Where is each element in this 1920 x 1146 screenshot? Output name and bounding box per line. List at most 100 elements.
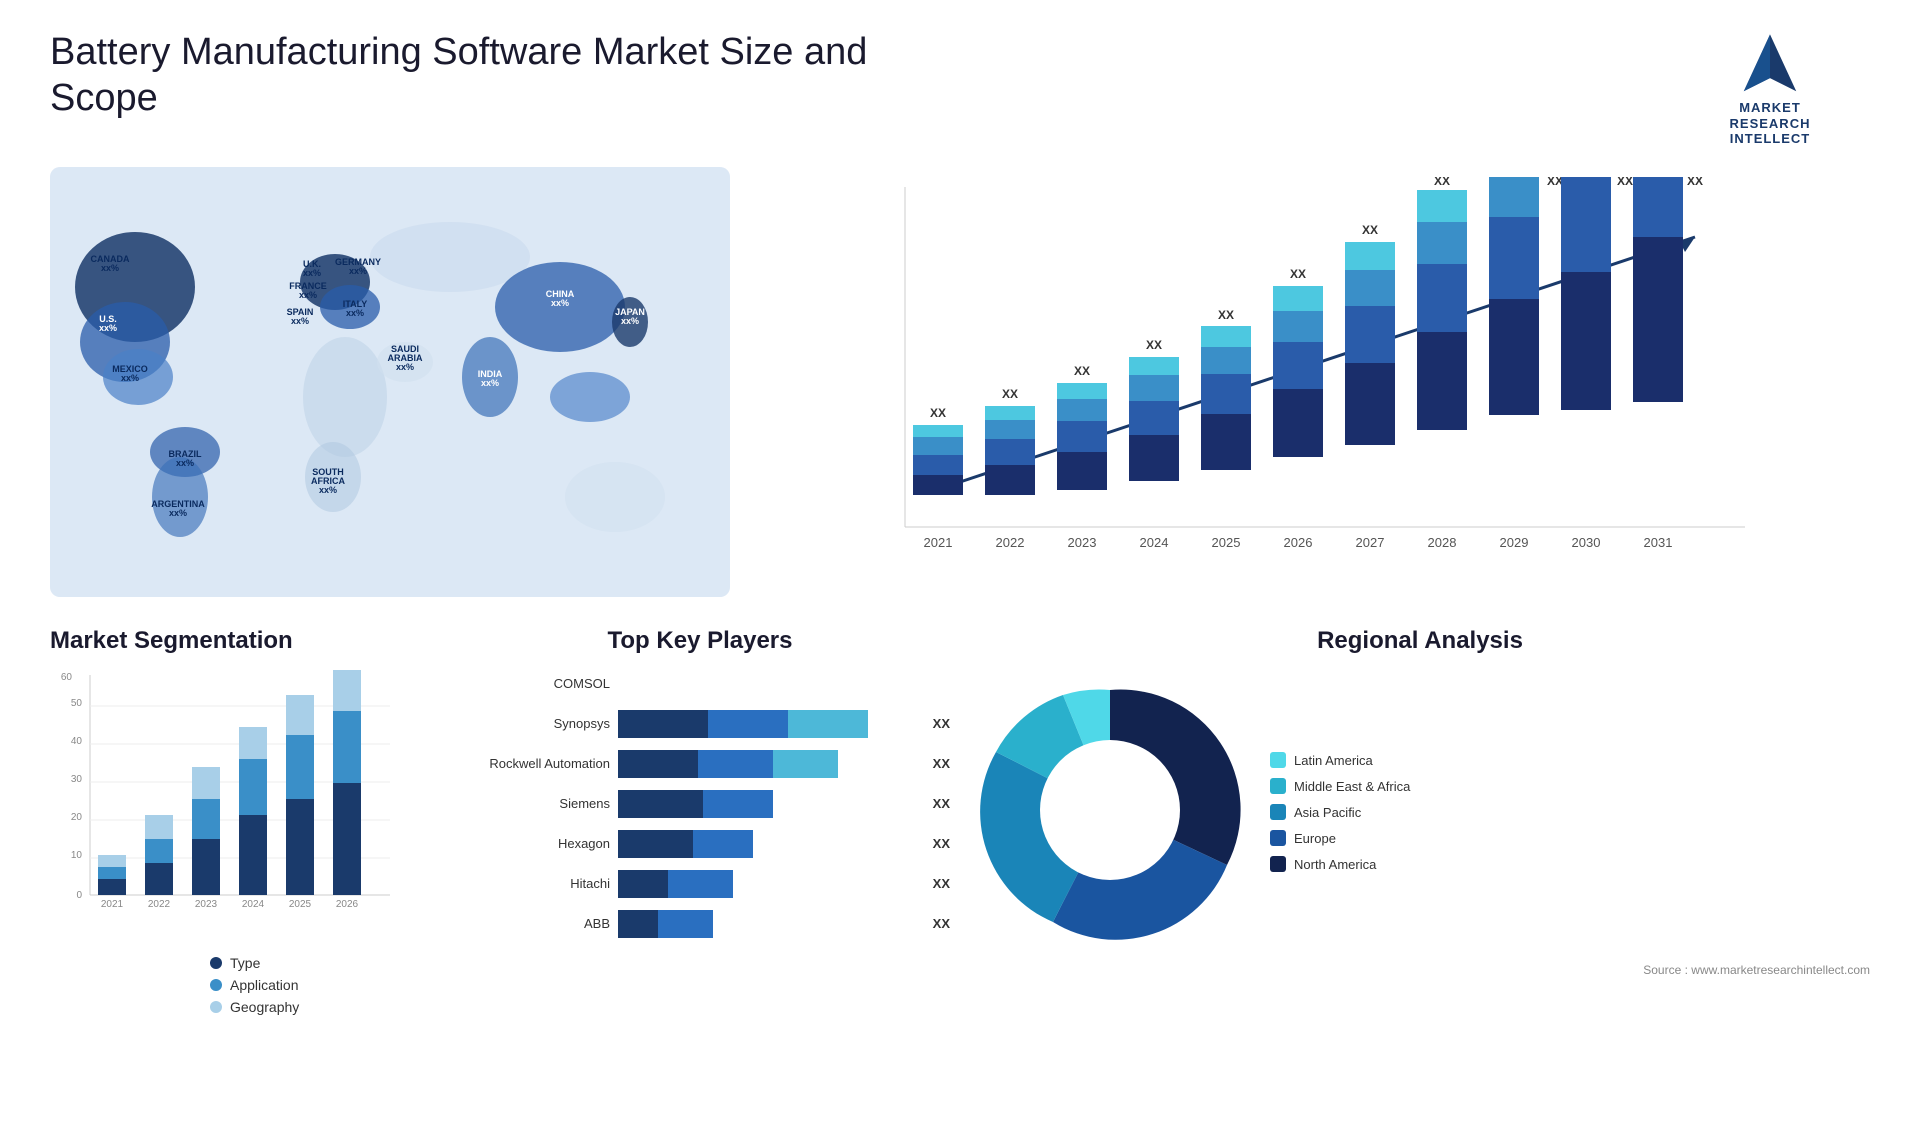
legend-middle-east-africa: Middle East & Africa: [1270, 778, 1410, 794]
bar-seg1: [618, 910, 658, 938]
svg-text:XX: XX: [1146, 338, 1162, 352]
player-bar-comsol: [618, 670, 950, 698]
bar-seg1: [618, 830, 693, 858]
legend-europe: Europe: [1270, 830, 1410, 846]
svg-text:xx%: xx%: [121, 373, 139, 383]
svg-text:2023: 2023: [1068, 535, 1097, 550]
bar-seg3: [788, 710, 868, 738]
donut-chart-svg: [970, 670, 1250, 950]
svg-text:2022: 2022: [148, 899, 171, 910]
svg-text:XX: XX: [1002, 387, 1018, 401]
page-title: Battery Manufacturing Software Market Si…: [50, 30, 950, 121]
svg-text:2021: 2021: [924, 535, 953, 550]
player-bar-synopsys: [618, 710, 919, 738]
svg-text:XX: XX: [1687, 177, 1703, 188]
legend-geography-dot: [210, 1001, 222, 1013]
bottom-row: Market Segmentation 0 10 20 30 40 50 60: [50, 627, 1870, 1057]
world-map-section: CANADA xx% U.S. xx% MEXICO xx% BRAZIL xx…: [50, 167, 730, 597]
svg-text:XX: XX: [1547, 177, 1563, 188]
legend-latin-america: Latin America: [1270, 752, 1410, 768]
player-xx-siemens: XX: [933, 796, 950, 811]
player-name-hexagon: Hexagon: [450, 836, 610, 851]
svg-text:2025: 2025: [1212, 535, 1241, 550]
segmentation-chart-svg: 0 10 20 30 40 50 60 2021: [50, 670, 400, 940]
legend-application: Application: [210, 977, 430, 993]
svg-text:xx%: xx%: [303, 268, 321, 278]
svg-text:XX: XX: [1434, 177, 1450, 188]
svg-text:XX: XX: [1617, 177, 1633, 188]
svg-text:30: 30: [71, 774, 83, 785]
donut-svg-wrap: [970, 670, 1250, 955]
color-europe: [1270, 830, 1286, 846]
svg-text:2031: 2031: [1644, 535, 1673, 550]
player-row-siemens: Siemens XX: [450, 790, 950, 818]
svg-text:2025: 2025: [289, 899, 312, 910]
legend-application-dot: [210, 979, 222, 991]
page-wrapper: Battery Manufacturing Software Market Si…: [0, 0, 1920, 1146]
player-bar-rockwell: [618, 750, 919, 778]
player-row-synopsys: Synopsys XX: [450, 710, 950, 738]
svg-text:20: 20: [71, 812, 83, 823]
color-latin-america: [1270, 752, 1286, 768]
legend-type-dot: [210, 957, 222, 969]
regional-title: Regional Analysis: [970, 627, 1870, 655]
donut-container: Latin America Middle East & Africa Asia …: [970, 670, 1870, 955]
donut-legend: Latin America Middle East & Africa Asia …: [1270, 752, 1410, 872]
svg-text:XX: XX: [930, 406, 946, 420]
svg-text:2024: 2024: [1140, 535, 1169, 550]
bar-seg2: [703, 790, 773, 818]
bar-seg3: [773, 750, 838, 778]
svg-text:xx%: xx%: [99, 323, 117, 333]
svg-text:xx%: xx%: [299, 290, 317, 300]
svg-text:2027: 2027: [1356, 535, 1385, 550]
player-row-abb: ABB XX: [450, 910, 950, 938]
segmentation-legend: Type Application Geography: [210, 955, 430, 1015]
bar-chart-section: XX 2021 XX 2022 XX 2023: [750, 167, 1870, 597]
svg-text:2029: 2029: [1500, 535, 1529, 550]
player-name-rockwell: Rockwell Automation: [450, 756, 610, 771]
player-xx-hitachi: XX: [933, 876, 950, 891]
svg-text:xx%: xx%: [396, 362, 414, 372]
player-name-hitachi: Hitachi: [450, 876, 610, 891]
svg-text:2028: 2028: [1428, 535, 1457, 550]
svg-text:60: 60: [61, 672, 73, 683]
svg-text:2026: 2026: [1284, 535, 1313, 550]
player-name-comsol: COMSOL: [450, 676, 610, 691]
world-map-svg: CANADA xx% U.S. xx% MEXICO xx% BRAZIL xx…: [50, 167, 730, 597]
player-row-rockwell: Rockwell Automation XX: [450, 750, 950, 778]
svg-text:xx%: xx%: [621, 316, 639, 326]
player-bar-hexagon: [618, 830, 919, 858]
svg-text:xx%: xx%: [169, 508, 187, 518]
player-row-hexagon: Hexagon XX: [450, 830, 950, 858]
legend-north-america: North America: [1270, 856, 1410, 872]
svg-text:50: 50: [71, 698, 83, 709]
bar-seg2: [708, 710, 788, 738]
svg-text:xx%: xx%: [101, 263, 119, 273]
svg-text:xx%: xx%: [319, 485, 337, 495]
player-xx-synopsys: XX: [933, 716, 950, 731]
regional-section: Regional Analysis: [970, 627, 1870, 1057]
legend-geography: Geography: [210, 999, 430, 1015]
svg-text:XX: XX: [1074, 364, 1090, 378]
player-xx-rockwell: XX: [933, 756, 950, 771]
color-north-america: [1270, 856, 1286, 872]
player-xx-hexagon: XX: [933, 836, 950, 851]
key-players-section: Top Key Players COMSOL Synopsys XX: [450, 627, 950, 1057]
logo-icon: [1735, 30, 1805, 100]
svg-text:2022: 2022: [996, 535, 1025, 550]
segmentation-title: Market Segmentation: [50, 627, 430, 655]
svg-text:xx%: xx%: [176, 458, 194, 468]
world-map-container: CANADA xx% U.S. xx% MEXICO xx% BRAZIL xx…: [50, 167, 730, 597]
bar-seg1: [618, 790, 703, 818]
header: Battery Manufacturing Software Market Si…: [50, 30, 1870, 147]
bar-seg2: [658, 910, 713, 938]
bar-seg1: [618, 750, 698, 778]
svg-text:xx%: xx%: [346, 308, 364, 318]
svg-text:xx%: xx%: [551, 298, 569, 308]
svg-text:XX: XX: [1218, 308, 1234, 322]
segmentation-section: Market Segmentation 0 10 20 30 40 50 60: [50, 627, 430, 1057]
source-text: Source : www.marketresearchintellect.com: [970, 963, 1870, 977]
svg-text:2024: 2024: [242, 899, 265, 910]
player-xx-abb: XX: [933, 916, 950, 931]
bar-seg2: [693, 830, 753, 858]
